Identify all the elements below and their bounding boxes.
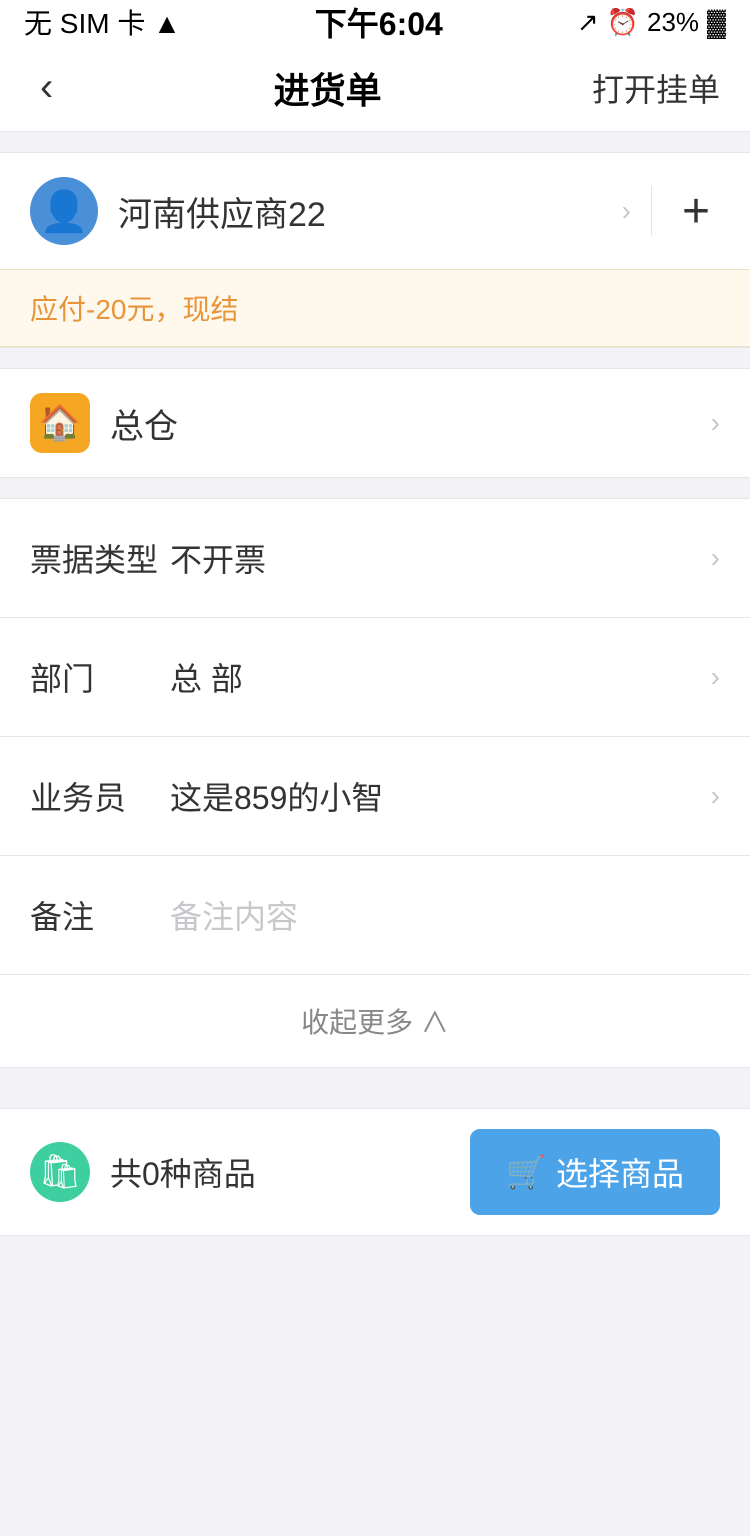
page-title: 进货单 <box>274 62 382 114</box>
supplier-row[interactable]: 👤 河南供应商22 › + <box>0 153 750 269</box>
invoice-type-row[interactable]: 票据类型 不开票 › <box>0 499 750 618</box>
salesperson-chevron-icon: › <box>711 780 720 812</box>
notice-bar: 应付-20元，现结 <box>0 269 750 347</box>
invoice-type-chevron-icon: › <box>711 542 720 574</box>
nav-bar: ‹ 进货单 打开挂单 <box>0 44 750 132</box>
add-supplier-button[interactable]: + <box>672 184 720 239</box>
location-icon: ↗ <box>577 7 599 38</box>
collapse-label: 收起更多 ∧ <box>301 1007 449 1038</box>
sim-status: 无 SIM 卡 ▲ <box>24 2 181 42</box>
select-product-icon: 🛒 <box>506 1153 546 1191</box>
supplier-name: 河南供应商22 <box>118 187 622 236</box>
supplier-section: 👤 河南供应商22 › + 应付-20元，现结 <box>0 152 750 348</box>
department-label: 部门 <box>30 654 160 700</box>
gap-1 <box>0 132 750 152</box>
avatar-icon: 👤 <box>39 188 89 235</box>
warehouse-icon-wrap: 🏠 <box>30 393 90 453</box>
salesperson-value: 这是859的小智 <box>160 773 711 819</box>
select-product-label: 选择商品 <box>556 1149 684 1195</box>
back-button[interactable]: ‹ <box>30 55 63 120</box>
salesperson-label: 业务员 <box>30 773 160 819</box>
battery-status: 23% <box>647 7 699 38</box>
supplier-chevron-icon: › <box>622 195 631 227</box>
status-bar: 无 SIM 卡 ▲ 下午6:04 ↗ ⏰ 23% ▓ <box>0 0 750 44</box>
warehouse-name: 总仓 <box>110 399 711 448</box>
product-bar: 🛍 共0种商品 🛒 选择商品 <box>0 1108 750 1236</box>
warehouse-icon: 🏠 <box>39 403 81 443</box>
department-chevron-icon: › <box>711 661 720 693</box>
status-right: ↗ ⏰ 23% ▓ <box>577 7 726 38</box>
warehouse-row[interactable]: 🏠 总仓 › <box>0 369 750 477</box>
remark-row[interactable]: 备注 备注内容 <box>0 856 750 974</box>
supplier-avatar: 👤 <box>30 177 98 245</box>
divider <box>651 186 652 236</box>
open-pending-button[interactable]: 打开挂单 <box>592 65 720 111</box>
gap-3 <box>0 1068 750 1088</box>
department-value: 总 部 <box>160 654 711 700</box>
product-icon: 🛍 <box>38 1152 81 1192</box>
alarm-icon: ⏰ <box>607 7 639 38</box>
invoice-type-label: 票据类型 <box>30 535 160 581</box>
gap-2 <box>0 348 750 368</box>
product-count: 共0种商品 <box>110 1149 470 1195</box>
invoice-type-value: 不开票 <box>160 535 711 581</box>
remark-input[interactable]: 备注内容 <box>160 892 720 938</box>
collapse-button[interactable]: 收起更多 ∧ <box>0 974 750 1068</box>
status-time: 下午6:04 <box>315 0 443 45</box>
battery-icon: ▓ <box>707 7 726 38</box>
form-section: 票据类型 不开票 › 部门 总 部 › 业务员 这是859的小智 › 备注 备注… <box>0 498 750 974</box>
remark-label: 备注 <box>30 892 160 938</box>
product-icon-wrap: 🛍 <box>30 1142 90 1202</box>
salesperson-row[interactable]: 业务员 这是859的小智 › <box>0 737 750 856</box>
select-product-button[interactable]: 🛒 选择商品 <box>470 1129 720 1215</box>
page-background <box>0 1236 750 1536</box>
status-left: 无 SIM 卡 ▲ <box>24 2 181 42</box>
department-row[interactable]: 部门 总 部 › <box>0 618 750 737</box>
warehouse-chevron-icon: › <box>711 407 720 439</box>
notice-text: 应付-20元，现结 <box>30 294 238 325</box>
